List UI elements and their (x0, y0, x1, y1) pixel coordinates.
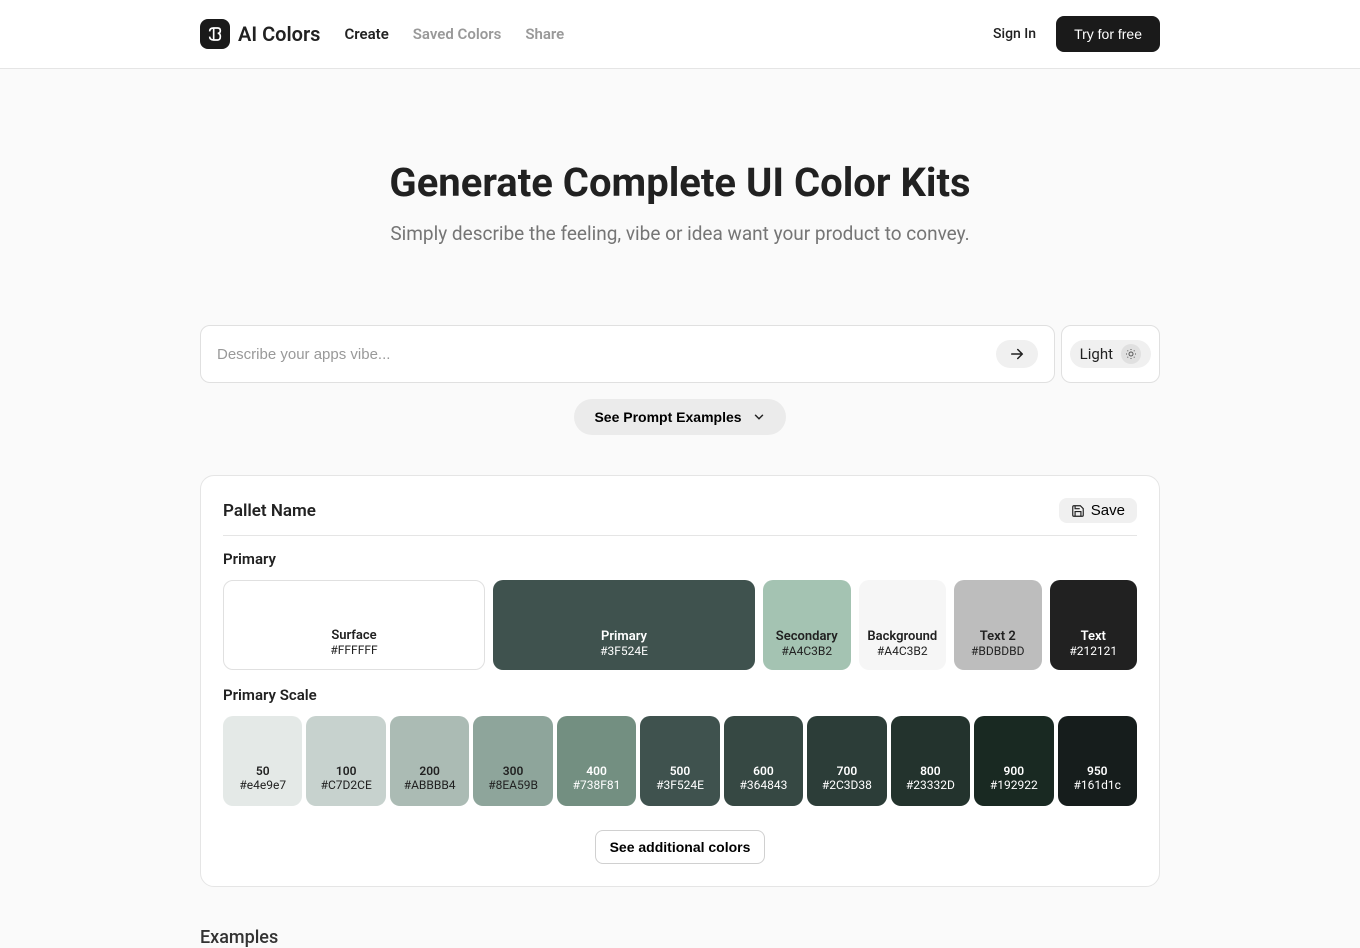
swatch-hex: #A4C3B2 (781, 644, 832, 658)
prompt-input-wrapper (200, 325, 1055, 383)
color-swatch-primary[interactable]: Primary#3F524E (493, 580, 755, 670)
theme-toggle[interactable]: Light (1070, 340, 1151, 368)
scale-swatch-400[interactable]: 400#738F81 (557, 716, 636, 806)
scale-step: 600 (753, 764, 774, 778)
primary-swatches-row: Surface#FFFFFFPrimary#3F524ESecondary#A4… (223, 580, 1137, 670)
scale-swatch-50[interactable]: 50#e4e9e7 (223, 716, 302, 806)
nav-share[interactable]: Share (525, 25, 564, 43)
scale-hex: #364843 (740, 778, 788, 792)
swatch-hex: #A4C3B2 (877, 644, 928, 658)
color-swatch-surface[interactable]: Surface#FFFFFF (223, 580, 485, 670)
see-prompt-examples-button[interactable]: See Prompt Examples (574, 399, 785, 435)
try-for-free-button[interactable]: Try for free (1056, 16, 1160, 52)
scale-hex: #8EA59B (488, 778, 538, 792)
swatch-hex: #212121 (1069, 644, 1117, 658)
scale-hex: #ABBBB4 (404, 778, 456, 792)
color-swatch-text[interactable]: Text#212121 (1050, 580, 1138, 670)
scale-swatch-900[interactable]: 900#192922 (974, 716, 1053, 806)
scale-hex: #192922 (990, 778, 1038, 792)
scale-step: 400 (586, 764, 607, 778)
page-subtitle: Simply describe the feeling, vibe or ide… (200, 222, 1160, 245)
scale-swatch-700[interactable]: 700#2C3D38 (807, 716, 886, 806)
submit-button[interactable] (996, 340, 1038, 368)
scale-swatch-500[interactable]: 500#3F524E (640, 716, 719, 806)
examples-heading: Examples (200, 927, 1160, 948)
scale-step: 300 (503, 764, 524, 778)
scale-swatch-200[interactable]: 200#ABBBB4 (390, 716, 469, 806)
scale-step: 700 (837, 764, 858, 778)
sun-icon (1121, 344, 1141, 364)
swatch-label: Surface (331, 628, 376, 643)
swatch-label: Secondary (776, 629, 838, 644)
main-content: Generate Complete UI Color Kits Simply d… (200, 69, 1160, 948)
color-swatch-text-2[interactable]: Text 2#BDBDBD (954, 580, 1042, 670)
scale-swatch-800[interactable]: 800#23332D (891, 716, 970, 806)
scale-hex: #2C3D38 (822, 778, 872, 792)
swatch-hex: #3F524E (600, 644, 648, 658)
scale-swatch-300[interactable]: 300#8EA59B (473, 716, 552, 806)
swatch-hex: #BDBDBD (971, 644, 1024, 658)
scale-hex: #3F524E (656, 778, 704, 792)
see-prompt-examples-label: See Prompt Examples (594, 409, 741, 425)
scale-step: 50 (256, 764, 270, 778)
logo-icon (200, 19, 230, 49)
sign-in-link[interactable]: Sign In (993, 26, 1036, 42)
scale-swatch-600[interactable]: 600#364843 (724, 716, 803, 806)
primary-scale-label: Primary Scale (223, 686, 1137, 704)
scale-hex: #738F81 (573, 778, 621, 792)
palette-title: Pallet Name (223, 501, 316, 521)
save-label: Save (1091, 502, 1125, 519)
arrow-right-icon (1008, 345, 1026, 363)
page-title: Generate Complete UI Color Kits (200, 159, 1160, 206)
logo-text: AI Colors (238, 22, 320, 46)
main-nav: Create Saved Colors Share (344, 25, 564, 43)
scale-hex: #161d1c (1074, 778, 1121, 792)
scale-step: 500 (670, 764, 691, 778)
scale-step: 950 (1087, 764, 1108, 778)
swatch-label: Text 2 (980, 629, 1016, 644)
app-header: AI Colors Create Saved Colors Share Sign… (0, 0, 1360, 69)
color-swatch-background[interactable]: Background#A4C3B2 (859, 580, 947, 670)
save-icon (1071, 504, 1085, 518)
scale-swatch-100[interactable]: 100#C7D2CE (306, 716, 385, 806)
scale-hex: #23332D (906, 778, 955, 792)
nav-create[interactable]: Create (344, 25, 388, 43)
scale-hex: #e4e9e7 (239, 778, 286, 792)
save-button[interactable]: Save (1059, 498, 1137, 523)
swatch-label: Text (1081, 629, 1106, 644)
color-swatch-secondary[interactable]: Secondary#A4C3B2 (763, 580, 851, 670)
scale-step: 900 (1004, 764, 1025, 778)
swatch-hex: #FFFFFF (330, 643, 377, 657)
swatch-label: Background (867, 629, 937, 644)
swatch-label: Primary (601, 629, 647, 644)
theme-toggle-wrapper: Light (1061, 325, 1160, 383)
scale-step: 200 (419, 764, 440, 778)
palette-card: Pallet Name Save Primary Surface#FFFFFFP… (200, 475, 1160, 887)
primary-scale-row: 50#e4e9e7100#C7D2CE200#ABBBB4300#8EA59B4… (223, 716, 1137, 806)
scale-step: 100 (336, 764, 357, 778)
theme-label: Light (1080, 345, 1113, 363)
nav-saved-colors[interactable]: Saved Colors (413, 25, 502, 43)
scale-hex: #C7D2CE (321, 778, 372, 792)
prompt-input[interactable] (217, 346, 996, 363)
scale-swatch-950[interactable]: 950#161d1c (1058, 716, 1137, 806)
logo[interactable]: AI Colors (200, 19, 320, 49)
prompt-row: Light (200, 325, 1160, 383)
chevron-down-icon (752, 410, 766, 424)
scale-step: 800 (920, 764, 941, 778)
primary-section-label: Primary (223, 550, 1137, 568)
